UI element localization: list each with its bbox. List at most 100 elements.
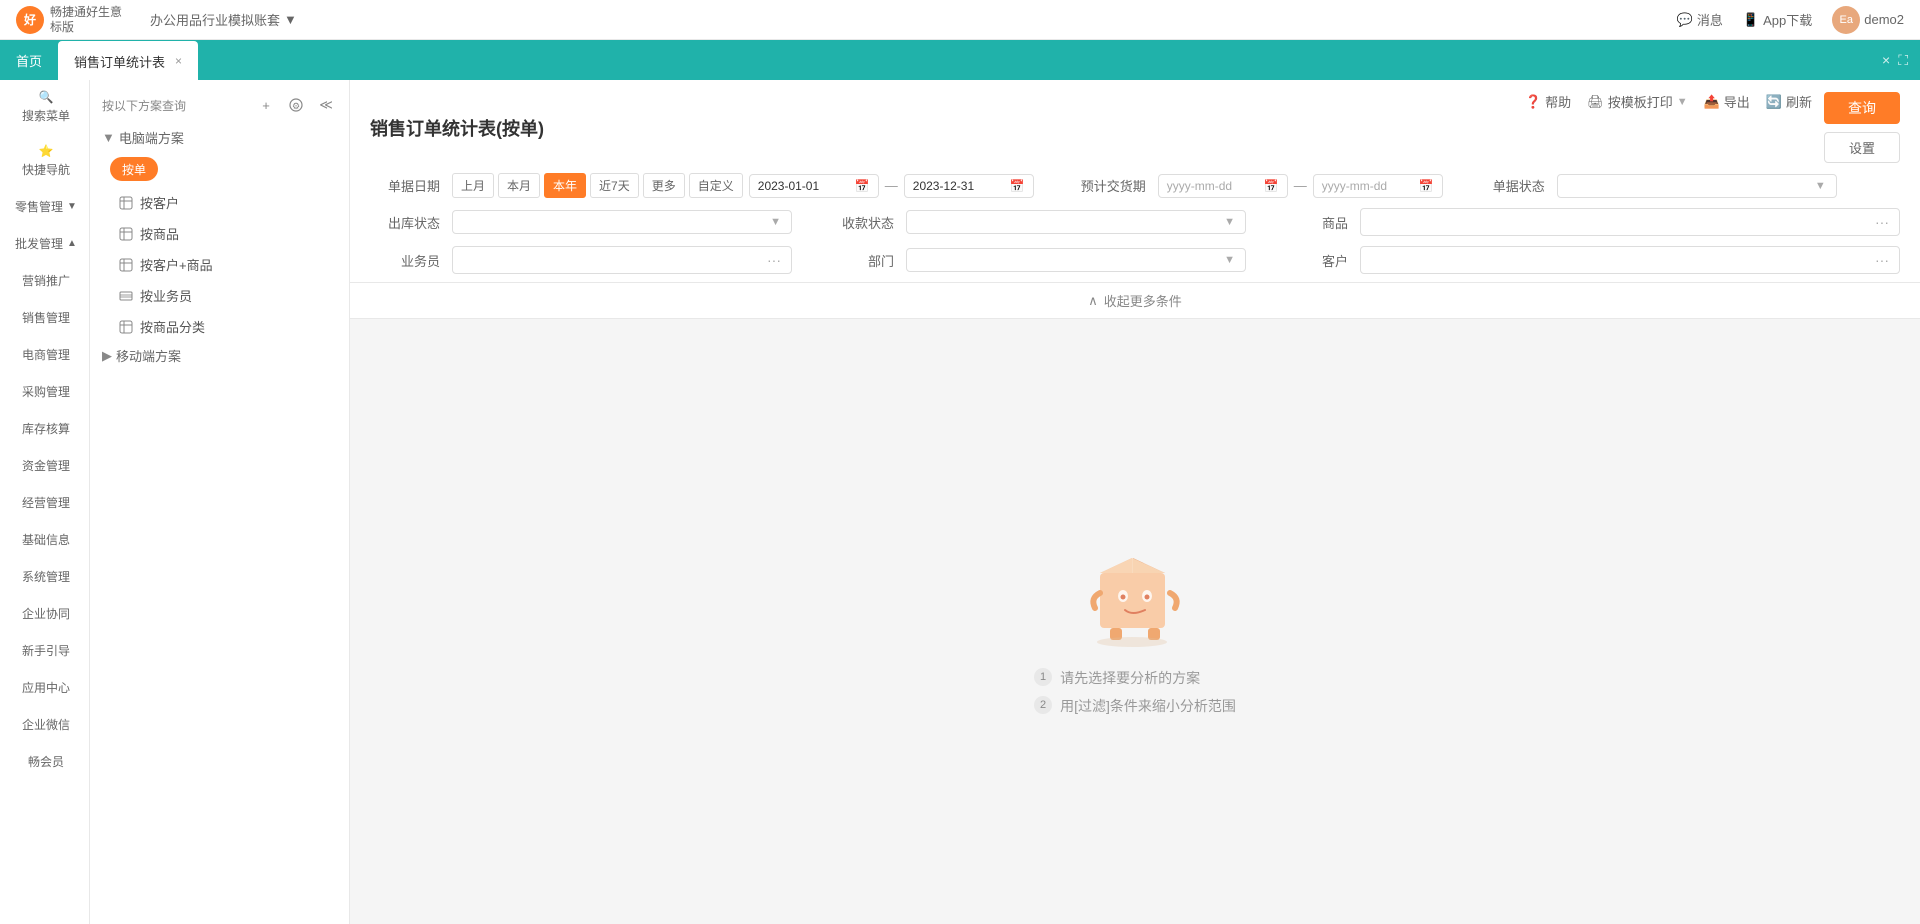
settings-button[interactable]: 设置	[1824, 132, 1900, 163]
company-dropdown[interactable]: 办公用品行业模拟账套 ▼	[150, 10, 297, 29]
scheme-item-by-customer[interactable]: 按客户	[90, 187, 349, 218]
top-bar-right: 💬 消息 📱 App下载 Ea demo2	[1677, 6, 1904, 34]
add-scheme-btn[interactable]: +	[255, 94, 277, 116]
category-icon	[118, 319, 134, 335]
shipment-status-select[interactable]: ▼	[452, 210, 792, 234]
export-btn[interactable]: 📤 导出	[1704, 92, 1750, 111]
date-btn-this-month[interactable]: 本月	[498, 173, 540, 198]
tab-close-icon[interactable]: ×	[175, 54, 182, 68]
mobile-scheme-header[interactable]: ▶ 移动端方案	[90, 342, 349, 369]
date-btn-this-year[interactable]: 本年	[544, 173, 586, 198]
goods-more-icon[interactable]: ···	[1875, 214, 1889, 230]
export-icon: 📤	[1704, 94, 1720, 110]
date-filter-group: 上月 本月 本年 近7天 更多 自定义 2023-01-01 📅 — 2023-…	[452, 173, 1034, 198]
chevron-down-icon: ▼	[1224, 254, 1235, 266]
sidebar-item-sales[interactable]: 销售管理	[0, 299, 89, 336]
scheme-item-by-product[interactable]: 按商品	[90, 218, 349, 249]
calendar-icon: 📅	[1010, 179, 1025, 193]
content-area: 销售订单统计表(按单) ❓ 帮助 🖨 按模板打印 ▼ 📤	[350, 80, 1920, 924]
bill-status-select[interactable]: ▼	[1557, 174, 1837, 198]
chevron-up-icon: ▲	[67, 238, 77, 249]
goods-select[interactable]: ···	[1360, 208, 1900, 236]
sidebar-item-enterprise[interactable]: 企业协同	[0, 595, 89, 632]
tip-1-num: 1	[1034, 668, 1052, 686]
department-label: 部门	[824, 251, 894, 270]
sidebar-item-basic[interactable]: 基础信息	[0, 521, 89, 558]
customer-more-icon[interactable]: ···	[1875, 252, 1889, 268]
print-btn[interactable]: 🖨 按模板打印 ▼	[1587, 92, 1687, 111]
sidebar-item-wechat[interactable]: 企业微信	[0, 706, 89, 743]
empty-tips: 1 请先选择要分析的方案 2 用[过滤]条件来缩小分析范围	[1034, 668, 1236, 716]
user-avatar-area[interactable]: Ea demo2	[1832, 6, 1904, 34]
refresh-btn[interactable]: 🔄 刷新	[1766, 92, 1812, 111]
date-to-input[interactable]: 2023-12-31 📅	[904, 174, 1034, 198]
sidebar-item-inventory[interactable]: 库存核算	[0, 410, 89, 447]
sidebar-item-marketing[interactable]: 营销推广	[0, 262, 89, 299]
bill-status-label: 单据状态	[1475, 176, 1545, 195]
left-panel-header: 按以下方案查询 + ⚙ ≪	[90, 88, 349, 124]
messages-btn[interactable]: 💬 消息	[1677, 10, 1723, 29]
date-quick-btns: 上月 本月 本年 近7天 更多 自定义	[452, 173, 743, 198]
department-select[interactable]: ▼	[906, 248, 1246, 272]
help-btn[interactable]: ❓ 帮助	[1525, 92, 1571, 111]
chevron-down-icon: ▼	[770, 216, 781, 228]
empty-state: 1 请先选择要分析的方案 2 用[过滤]条件来缩小分析范围	[350, 319, 1920, 924]
chevron-down-icon: ▼	[67, 201, 77, 212]
sidebar-item-app[interactable]: 应用中心	[0, 669, 89, 706]
expected-date-separator: —	[1294, 178, 1307, 193]
scheme-item-by-salesperson[interactable]: 按业务员	[90, 280, 349, 311]
query-button[interactable]: 查询	[1824, 92, 1900, 124]
header-actions: ❓ 帮助 🖨 按模板打印 ▼ 📤 导出 🔄	[1525, 92, 1812, 111]
calendar-icon: 📅	[1264, 179, 1279, 193]
sidebar-item-newbie[interactable]: 新手引导	[0, 632, 89, 669]
collapse-filters-btn[interactable]: ∧ 收起更多条件	[350, 283, 1920, 319]
sidebar-item-wholesale[interactable]: 批发管理 ▲	[0, 225, 89, 262]
edit-scheme-btn[interactable]: ⚙	[285, 94, 307, 116]
logo-icon: 好	[16, 6, 44, 34]
customer-select[interactable]: ···	[1360, 246, 1900, 274]
payment-status-select[interactable]: ▼	[906, 210, 1246, 234]
sidebar-item-purchase[interactable]: 采购管理	[0, 373, 89, 410]
date-btn-more[interactable]: 更多	[643, 173, 685, 198]
date-filter-label: 单据日期	[370, 176, 440, 195]
scheme-item-by-order[interactable]: 按单	[90, 151, 349, 187]
expected-date-to-input[interactable]: yyyy-mm-dd 📅	[1313, 174, 1443, 198]
collapse-panel-btn[interactable]: ≪	[315, 94, 337, 116]
top-bar-left: 好 畅捷通好生意 标版 办公用品行业模拟账套 ▼	[16, 5, 297, 34]
date-btn-last-month[interactable]: 上月	[452, 173, 494, 198]
maximize-icon[interactable]: ⛶	[1898, 52, 1908, 69]
sidebar-item-member[interactable]: 畅会员	[0, 743, 89, 780]
sidebar-item-operations[interactable]: 经营管理	[0, 484, 89, 521]
date-btn-7days[interactable]: 近7天	[590, 173, 639, 198]
scheme-item-by-category[interactable]: 按商品分类	[90, 311, 349, 342]
chevron-down-icon: ▼	[1224, 216, 1235, 228]
date-from-input[interactable]: 2023-01-01 📅	[749, 174, 879, 198]
salesperson-select[interactable]: ···	[452, 246, 792, 274]
sidebar-item-ecommerce[interactable]: 电商管理	[0, 336, 89, 373]
avatar: Ea	[1832, 6, 1860, 34]
desktop-scheme-header[interactable]: ▼ 电脑端方案	[90, 124, 349, 151]
tab-home[interactable]: 首页	[0, 40, 58, 80]
filter-row-status: 出库状态 ▼ 收款状态 ▼ 商品 ···	[370, 208, 1900, 236]
scheme-item-by-customer-product[interactable]: 按客户+商品	[90, 249, 349, 280]
print-dropdown-arrow[interactable]: ▼	[1677, 96, 1688, 108]
app-download-btn[interactable]: 📱 App下载	[1743, 10, 1812, 29]
print-icon: 🖨	[1587, 94, 1604, 110]
sidebar-item-system[interactable]: 系统管理	[0, 558, 89, 595]
sidebar-item-retail[interactable]: 零售管理 ▼	[0, 188, 89, 225]
tab-active[interactable]: 销售订单统计表 ×	[58, 41, 198, 81]
payment-status-label: 收款状态	[824, 213, 894, 232]
date-btn-custom[interactable]: 自定义	[689, 173, 743, 198]
expected-date-from-input[interactable]: yyyy-mm-dd 📅	[1158, 174, 1288, 198]
empty-tip-2: 2 用[过滤]条件来缩小分析范围	[1034, 696, 1236, 716]
sidebar-item-finance[interactable]: 资金管理	[0, 447, 89, 484]
chevron-down-icon: ▼	[284, 12, 297, 27]
salesperson-more-icon[interactable]: ···	[767, 252, 781, 268]
minimize-icon[interactable]: ×	[1882, 52, 1890, 68]
customer-label: 客户	[1278, 251, 1348, 270]
empty-tip-1: 1 请先选择要分析的方案	[1034, 668, 1236, 688]
salesperson-icon	[118, 288, 134, 304]
sidebar-item-shortcut[interactable]: ⭐ 快捷导航	[0, 134, 89, 188]
active-scheme-badge: 按单	[110, 157, 158, 181]
sidebar-item-search[interactable]: 🔍 搜索菜单	[0, 80, 89, 134]
